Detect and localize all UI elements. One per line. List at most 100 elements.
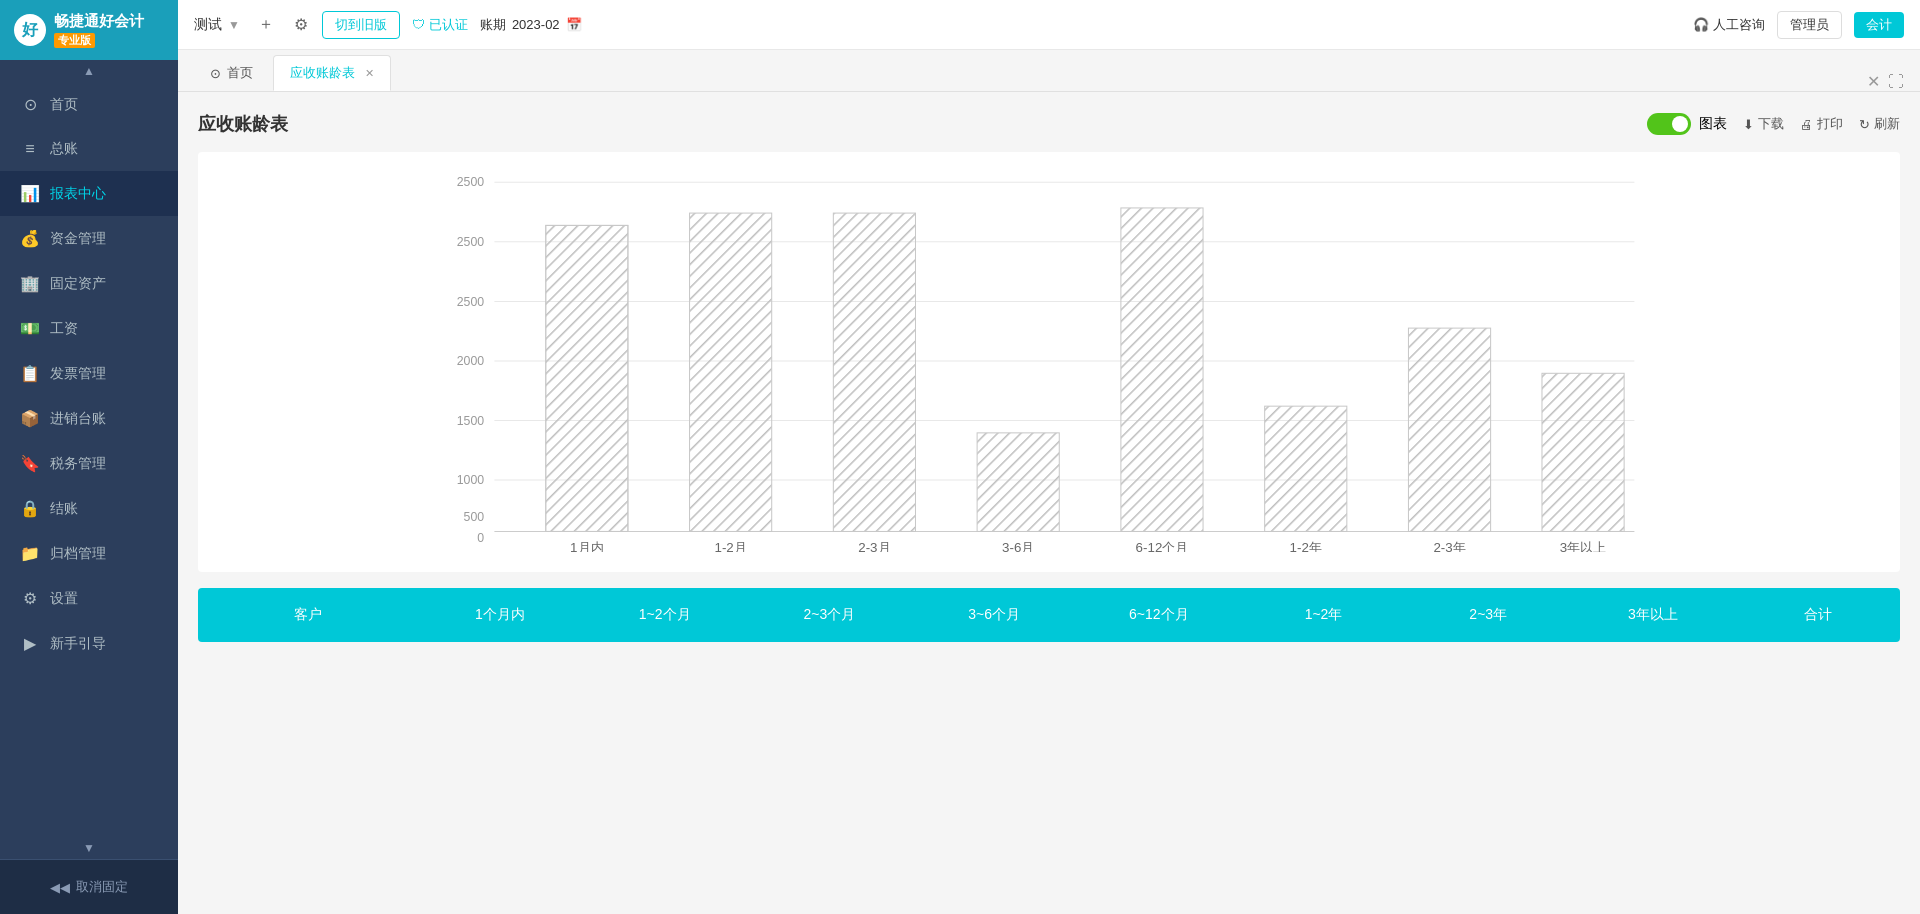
sidebar-item-label: 首页	[50, 96, 78, 114]
chevron-down-icon: ▼	[228, 18, 240, 32]
sidebar-item-label: 固定资产	[50, 275, 106, 293]
consulting-label: 人工咨询	[1713, 16, 1765, 34]
sidebar-item-tax[interactable]: 🔖 税务管理	[0, 441, 178, 486]
topbar-right: 🎧 人工咨询 管理员 会计	[1693, 11, 1904, 39]
close-tab-btn[interactable]: ✕	[1867, 72, 1880, 91]
role-btn[interactable]: 会计	[1854, 12, 1904, 38]
svg-text:2500: 2500	[457, 175, 485, 189]
col-2-3y: 2~3年	[1406, 588, 1571, 642]
sidebar-item-label: 进销台账	[50, 410, 106, 428]
sidebar-item-label: 设置	[50, 590, 78, 608]
sidebar-item-label: 新手引导	[50, 635, 106, 653]
shield-icon: 🛡	[412, 17, 425, 32]
svg-text:1500: 1500	[457, 414, 485, 428]
print-icon: 🖨	[1800, 117, 1813, 132]
sidebar-item-label: 结账	[50, 500, 78, 518]
sidebar-item-asset[interactable]: 🏢 固定资产	[0, 261, 178, 306]
svg-text:2500: 2500	[457, 235, 485, 249]
logo-icon: 好	[14, 14, 46, 46]
svg-rect-17	[690, 213, 772, 531]
chart-toggle-container: 图表	[1647, 113, 1727, 135]
sidebar-item-archive[interactable]: 📁 归档管理	[0, 531, 178, 576]
svg-rect-19	[977, 433, 1059, 532]
sidebar-item-settings[interactable]: ⚙ 设置	[0, 576, 178, 621]
sidebar-item-salary[interactable]: 💵 工资	[0, 306, 178, 351]
sidebar-item-label: 总账	[50, 140, 78, 158]
sidebar: 好 畅捷通好会计 专业版 ▲ ⊙ 首页 ≡ 总账 📊 报表中心 💰 资金管理 🏢…	[0, 0, 178, 914]
tab-aging[interactable]: 应收账龄表 ✕	[273, 55, 391, 91]
page-header: 应收账龄表 图表 ⬇ 下载 🖨 打印 ↻ 刷新	[198, 112, 1900, 136]
sidebar-scroll-down[interactable]: ▼	[0, 837, 178, 859]
sidebar-item-stock[interactable]: 📦 进销台账	[0, 396, 178, 441]
svg-rect-20	[1121, 208, 1203, 532]
col-3y-plus: 3年以上	[1571, 588, 1736, 642]
invoice-icon: 📋	[20, 364, 40, 383]
archive-icon: 📁	[20, 544, 40, 563]
col-6-12m: 6~12个月	[1076, 588, 1241, 642]
sidebar-item-label: 归档管理	[50, 545, 106, 563]
tab-label: 应收账龄表	[290, 64, 355, 82]
consulting-btn[interactable]: 🎧 人工咨询	[1693, 16, 1765, 34]
col-2-3m: 2~3个月	[747, 588, 912, 642]
sidebar-item-close[interactable]: 🔒 结账	[0, 486, 178, 531]
sidebar-item-report[interactable]: 📊 报表中心	[0, 171, 178, 216]
print-btn[interactable]: 🖨 打印	[1800, 115, 1843, 133]
switch-old-btn[interactable]: 切到旧版	[322, 11, 400, 39]
calendar-icon[interactable]: 📅	[566, 17, 582, 32]
headset-icon: 🎧	[1693, 17, 1709, 32]
user-btn[interactable]: 管理员	[1777, 11, 1842, 39]
tab-close-icon[interactable]: ✕	[365, 67, 374, 80]
sidebar-bottom: ◀◀ 取消固定	[0, 859, 178, 914]
expand-tab-btn[interactable]: ⛶	[1888, 73, 1904, 91]
table-container: 客户 1个月内 1~2个月 2~3个月 3~6个月 6~12个月 1~2年 2~…	[198, 588, 1900, 642]
refresh-btn[interactable]: ↻ 刷新	[1859, 115, 1900, 133]
sidebar-item-fund[interactable]: 💰 资金管理	[0, 216, 178, 261]
svg-text:2-3年: 2-3年	[1433, 540, 1465, 552]
svg-rect-22	[1408, 328, 1490, 531]
cancel-fixed-label: 取消固定	[76, 878, 128, 896]
add-button[interactable]: ＋	[252, 10, 280, 39]
asset-icon: 🏢	[20, 274, 40, 293]
sidebar-scroll-up[interactable]: ▲	[0, 60, 178, 82]
svg-text:2-3月: 2-3月	[858, 540, 890, 552]
svg-text:0: 0	[477, 531, 484, 545]
col-1-2m: 1~2个月	[582, 588, 747, 642]
close-period-icon: 🔒	[20, 499, 40, 518]
project-selector[interactable]: 测试 ▼	[194, 16, 240, 34]
col-1m: 1个月内	[418, 588, 583, 642]
svg-rect-23	[1542, 373, 1624, 531]
svg-text:2500: 2500	[457, 295, 485, 309]
col-customer: 客户	[198, 588, 418, 642]
topbar: 测试 ▼ ＋ ⚙ 切到旧版 🛡 已认证 账期 2023-02 📅 🎧 人工咨询 …	[178, 0, 1920, 50]
sidebar-item-label: 报表中心	[50, 185, 106, 203]
svg-text:6-12个月: 6-12个月	[1136, 540, 1189, 552]
tab-actions: ✕ ⛶	[1867, 72, 1904, 91]
svg-rect-18	[833, 213, 915, 531]
svg-rect-16	[546, 225, 628, 531]
svg-text:3-6月: 3-6月	[1002, 540, 1034, 552]
sidebar-item-ledger[interactable]: ≡ 总账	[0, 127, 178, 171]
period-label: 账期	[480, 16, 506, 34]
cancel-fixed-btn[interactable]: ◀◀ 取消固定	[0, 870, 178, 904]
app-logo: 好 畅捷通好会计 专业版	[0, 0, 178, 60]
svg-rect-21	[1265, 406, 1347, 531]
sidebar-item-guide[interactable]: ▶ 新手引导	[0, 621, 178, 666]
tab-home[interactable]: ⊙ 首页	[194, 55, 269, 91]
chart-toggle[interactable]	[1647, 113, 1691, 135]
verified-label: 已认证	[429, 16, 468, 34]
tax-icon: 🔖	[20, 454, 40, 473]
settings-button[interactable]: ⚙	[288, 11, 314, 38]
svg-text:1-2年: 1-2年	[1290, 540, 1322, 552]
download-btn[interactable]: ⬇ 下载	[1743, 115, 1784, 133]
svg-text:1-2月: 1-2月	[714, 540, 746, 552]
period-value: 2023-02	[512, 17, 560, 32]
svg-text:500: 500	[464, 510, 485, 524]
sidebar-item-label: 税务管理	[50, 455, 106, 473]
download-icon: ⬇	[1743, 117, 1754, 132]
col-1-2y: 1~2年	[1241, 588, 1406, 642]
period-info: 账期 2023-02 📅	[480, 16, 582, 34]
sidebar-item-home[interactable]: ⊙ 首页	[0, 82, 178, 127]
home-icon: ⊙	[20, 95, 40, 114]
sidebar-item-invoice[interactable]: 📋 发票管理	[0, 351, 178, 396]
guide-icon: ▶	[20, 634, 40, 653]
